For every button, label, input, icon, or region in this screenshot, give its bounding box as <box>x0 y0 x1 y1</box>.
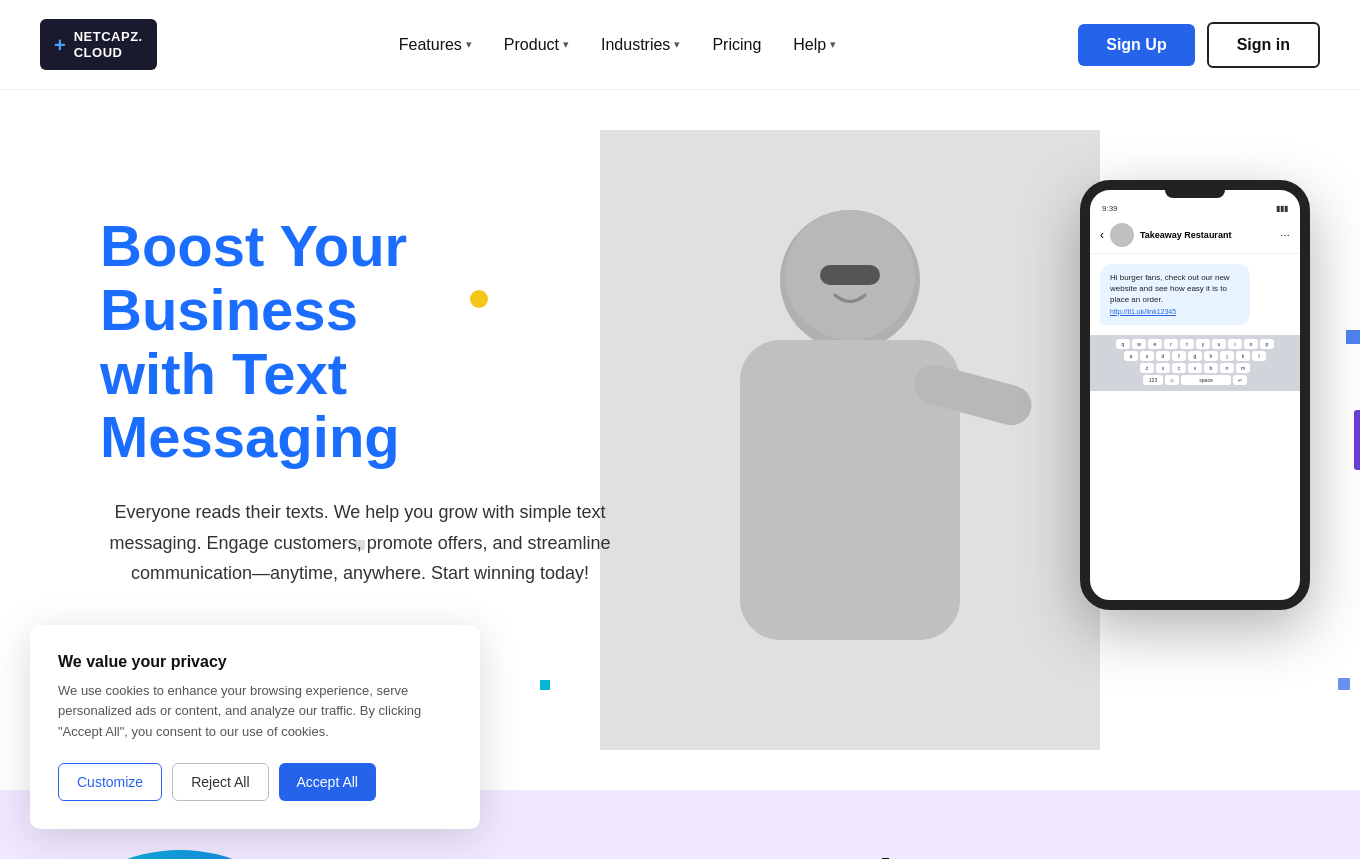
keyboard-row-1: q w e r t y u i o p <box>1092 339 1298 349</box>
nav-item-industries[interactable]: Industries ▾ <box>587 28 694 62</box>
chevron-down-icon: ▾ <box>466 38 472 51</box>
hero-title: Boost Your Business with Text Messaging <box>100 214 660 469</box>
chevron-down-icon: ▾ <box>563 38 569 51</box>
cookie-banner: We value your privacy We use cookies to … <box>30 625 480 829</box>
decoration-square-blue-top <box>1346 330 1360 344</box>
cookie-reject-button[interactable]: Reject All <box>172 763 268 801</box>
cookie-description: We use cookies to enhance your browsing … <box>58 681 452 743</box>
chevron-down-icon: ▾ <box>830 38 836 51</box>
logo-text: NETCAPZ. CLOUD <box>74 29 143 60</box>
chat-body: Hi burger fans, check out our new websit… <box>1090 254 1300 335</box>
phone-notch <box>1165 190 1225 198</box>
nav-links: Features ▾ Product ▾ Industries ▾ Pricin… <box>385 28 850 62</box>
section-avatar <box>80 850 280 859</box>
nav-actions: Sign Up Sign in <box>1078 22 1320 68</box>
back-icon[interactable]: ‹ <box>1100 228 1104 242</box>
cookie-title: We value your privacy <box>58 653 452 671</box>
decoration-square-blue-bottom <box>1338 678 1350 690</box>
keyboard-bottom-row: 123 ☺ space ↵ <box>1092 375 1298 385</box>
phone-mockup: 9:39 ▮▮▮ ‹ Takeaway Restaurant ⋯ Hi burg… <box>1080 180 1310 610</box>
chat-name: Takeaway Restaurant <box>1140 230 1231 240</box>
nav-item-product[interactable]: Product ▾ <box>490 28 583 62</box>
logo[interactable]: + NETCAPZ. CLOUD <box>40 19 157 70</box>
nav-item-pricing[interactable]: Pricing <box>698 28 775 62</box>
cookie-accept-button[interactable]: Accept All <box>279 763 376 801</box>
more-icon[interactable]: ⋯ <box>1280 230 1290 241</box>
cookie-buttons: Customize Reject All Accept All <box>58 763 452 801</box>
phone-keyboard: q w e r t y u i o p a s d f g h <box>1090 335 1300 391</box>
keyboard-row-2: a s d f g h j k l <box>1092 351 1298 361</box>
hero-description: Everyone reads their texts. We help you … <box>100 497 620 589</box>
svg-rect-5 <box>820 265 880 285</box>
phone-chat-header: ‹ Takeaway Restaurant ⋯ <box>1090 217 1300 254</box>
section-avatar-container <box>80 850 460 859</box>
keyboard-row-3: z x c v b n m <box>1092 363 1298 373</box>
hero-left: Boost Your Business with Text Messaging … <box>100 214 660 686</box>
chat-avatar <box>1110 223 1134 247</box>
signup-button[interactable]: Sign Up <box>1078 24 1194 66</box>
decoration-right-accent <box>1354 410 1360 470</box>
phone-status-bar: 9:39 ▮▮▮ <box>1090 204 1300 217</box>
logo-plus: + <box>54 33 66 57</box>
chat-bubble: Hi burger fans, check out our new websit… <box>1100 264 1250 325</box>
section-heading: A Text Messaging <box>520 850 956 859</box>
nav-item-features[interactable]: Features ▾ <box>385 28 486 62</box>
chevron-down-icon: ▾ <box>674 38 680 51</box>
hero-person-image <box>600 130 1100 750</box>
navbar: + NETCAPZ. CLOUD Features ▾ Product ▾ In… <box>0 0 1360 90</box>
signin-button[interactable]: Sign in <box>1207 22 1320 68</box>
section-bottom-text: A Text Messaging <box>520 850 956 859</box>
nav-item-help[interactable]: Help ▾ <box>779 28 850 62</box>
cookie-customize-button[interactable]: Customize <box>58 763 162 801</box>
hero-right: 9:39 ▮▮▮ ‹ Takeaway Restaurant ⋯ Hi burg… <box>660 150 1280 750</box>
